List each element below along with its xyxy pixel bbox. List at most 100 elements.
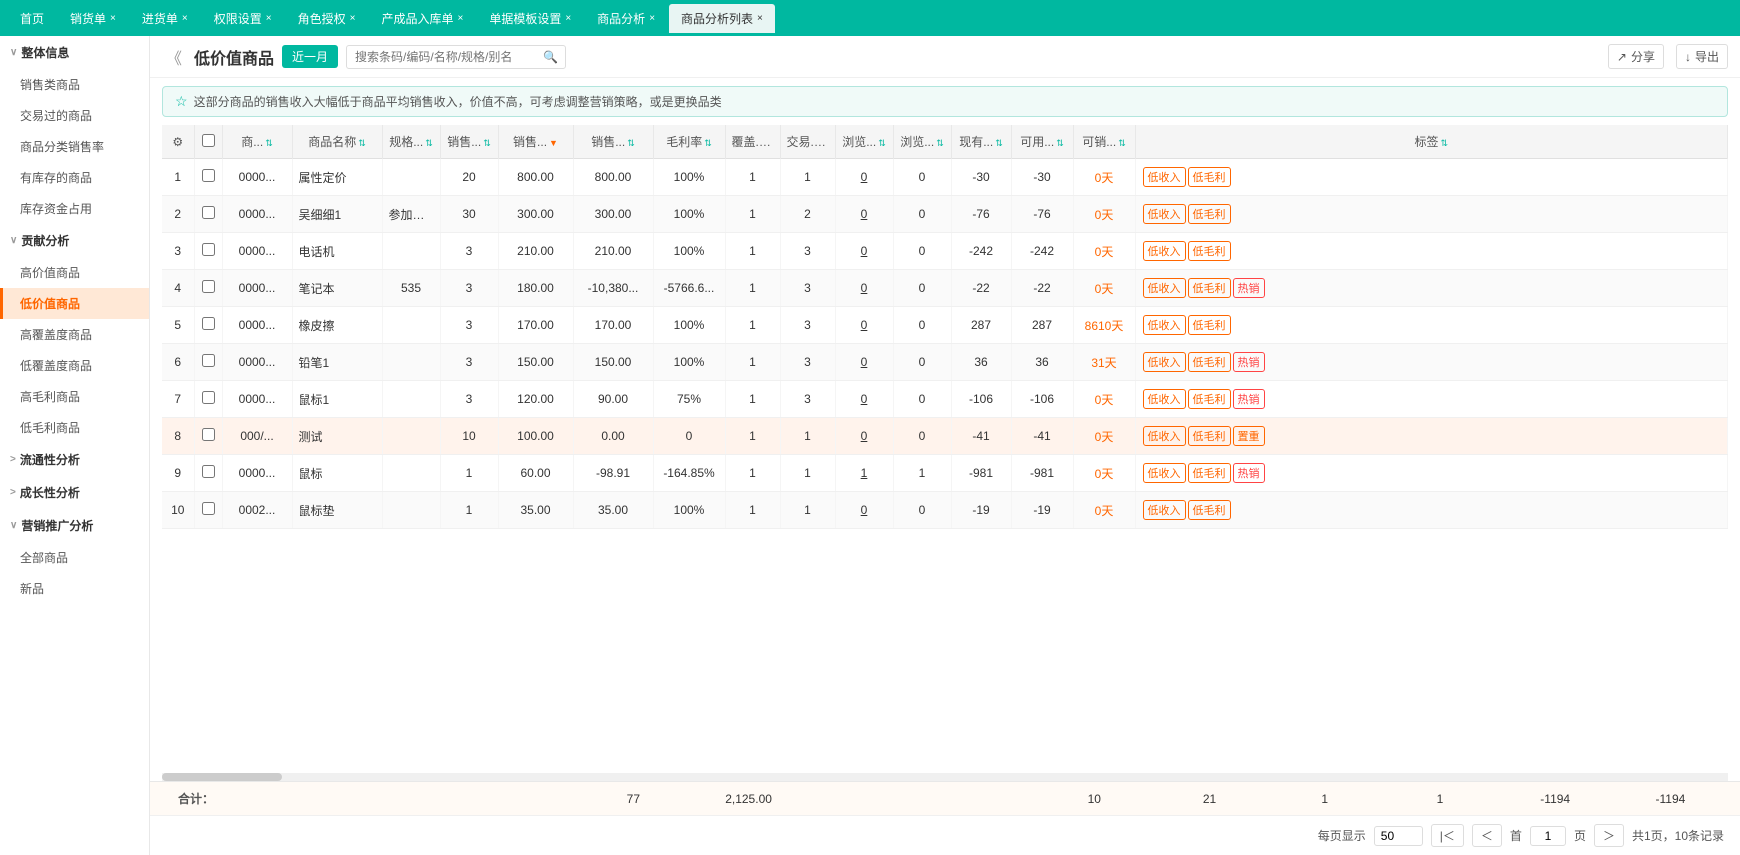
row-checkbox[interactable] bbox=[202, 354, 215, 367]
cell-check[interactable] bbox=[194, 307, 222, 344]
nav-close-icon[interactable]: × bbox=[565, 13, 571, 24]
th-saleable[interactable]: 可销...⇅ bbox=[1073, 125, 1135, 159]
th-sales-amt[interactable]: 销售...▼ bbox=[498, 125, 573, 159]
cell-tags: 低收入低毛利 bbox=[1135, 233, 1728, 270]
th-trade[interactable]: 交易...⇅ bbox=[780, 125, 835, 159]
product-tag: 低毛利 bbox=[1188, 426, 1231, 446]
th-cover[interactable]: 覆盖...⇅ bbox=[725, 125, 780, 159]
sidebar-item-high-margin[interactable]: 高毛利商品 bbox=[0, 381, 149, 412]
sidebar-item-sales-products[interactable]: 销售类商品 bbox=[0, 69, 149, 100]
view1-link[interactable]: 0 bbox=[861, 207, 868, 221]
sidebar-item-low-value[interactable]: 低价值商品 bbox=[0, 288, 149, 319]
sidebar-item-low-coverage[interactable]: 低覆盖度商品 bbox=[0, 350, 149, 381]
nav-close-icon[interactable]: × bbox=[757, 13, 763, 24]
row-checkbox[interactable] bbox=[202, 428, 215, 441]
row-checkbox[interactable] bbox=[202, 243, 215, 256]
sidebar-item-low-margin[interactable]: 低毛利商品 bbox=[0, 412, 149, 443]
page-label2: 页 bbox=[1574, 827, 1586, 844]
view1-link[interactable]: 0 bbox=[861, 170, 868, 184]
nav-purchase-order[interactable]: 进货单 × bbox=[130, 4, 200, 33]
th-current-stock[interactable]: 现有...⇅ bbox=[951, 125, 1011, 159]
select-all-checkbox[interactable] bbox=[202, 134, 215, 147]
cell-check[interactable] bbox=[194, 455, 222, 492]
th-settings[interactable]: ⚙ bbox=[162, 125, 194, 159]
row-checkbox[interactable] bbox=[202, 169, 215, 182]
th-name[interactable]: 商品名称⇅ bbox=[292, 125, 382, 159]
nav-close-icon[interactable]: × bbox=[266, 13, 272, 24]
sidebar-item-traded-products[interactable]: 交易过的商品 bbox=[0, 100, 149, 131]
cell-check[interactable] bbox=[194, 270, 222, 307]
th-gross-rate[interactable]: 毛利率⇅ bbox=[653, 125, 725, 159]
cell-check[interactable] bbox=[194, 159, 222, 196]
nav-close-icon[interactable]: × bbox=[457, 13, 463, 24]
first-page-button[interactable]: |＜ bbox=[1431, 824, 1464, 847]
view1-link[interactable]: 0 bbox=[861, 355, 868, 369]
cell-check[interactable] bbox=[194, 418, 222, 455]
th-check[interactable] bbox=[194, 125, 222, 159]
nav-product-analysis[interactable]: 商品分析 × bbox=[585, 4, 667, 33]
nav-close-icon[interactable]: × bbox=[350, 13, 356, 24]
view1-link[interactable]: 0 bbox=[861, 429, 868, 443]
row-checkbox[interactable] bbox=[202, 280, 215, 293]
view1-link[interactable]: 0 bbox=[861, 281, 868, 295]
nav-template-settings[interactable]: 单据模板设置 × bbox=[477, 4, 583, 33]
sidebar-item-stock-capital[interactable]: 库存资金占用 bbox=[0, 193, 149, 224]
nav-close-icon[interactable]: × bbox=[649, 13, 655, 24]
sidebar: ∨ 整体信息 销售类商品 交易过的商品 商品分类销售率 有库存的商品 库存资金占… bbox=[0, 36, 150, 855]
sidebar-section-circulation[interactable]: > 流通性分析 bbox=[0, 443, 149, 476]
search-icon[interactable]: 🔍 bbox=[543, 50, 558, 64]
row-checkbox[interactable] bbox=[202, 465, 215, 478]
nav-product-analysis-list[interactable]: 商品分析列表 × bbox=[669, 4, 775, 33]
view1-link[interactable]: 0 bbox=[861, 318, 868, 332]
row-checkbox[interactable] bbox=[202, 206, 215, 219]
sidebar-item-category-sales-rate[interactable]: 商品分类销售率 bbox=[0, 131, 149, 162]
time-filter-button[interactable]: 近一月 bbox=[282, 45, 338, 68]
sidebar-section-overall[interactable]: ∨ 整体信息 bbox=[0, 36, 149, 69]
th-code[interactable]: 商...⇅ bbox=[222, 125, 292, 159]
cell-check[interactable] bbox=[194, 196, 222, 233]
nav-close-icon[interactable]: × bbox=[110, 13, 116, 24]
share-button[interactable]: ↗ 分享 bbox=[1608, 44, 1664, 69]
sidebar-section-contribution[interactable]: ∨ 贡献分析 bbox=[0, 224, 149, 257]
th-view2[interactable]: 浏览...⇅ bbox=[893, 125, 951, 159]
sidebar-item-new-products[interactable]: 新品 bbox=[0, 573, 149, 604]
view1-link[interactable]: 0 bbox=[861, 244, 868, 258]
nav-product-inbound[interactable]: 产成品入库单 × bbox=[369, 4, 475, 33]
sidebar-collapse-button[interactable]: 《 bbox=[162, 45, 186, 69]
row-checkbox[interactable] bbox=[202, 502, 215, 515]
nav-close-icon[interactable]: × bbox=[182, 13, 188, 24]
next-page-button[interactable]: ＞ bbox=[1594, 824, 1624, 847]
export-button[interactable]: ↓ 导出 bbox=[1676, 44, 1728, 69]
sidebar-section-marketing[interactable]: ∨ 营销推广分析 bbox=[0, 509, 149, 542]
th-tags[interactable]: 标签⇅ bbox=[1135, 125, 1728, 159]
th-spec[interactable]: 规格...⇅ bbox=[382, 125, 440, 159]
prev-page-button[interactable]: ＜ bbox=[1472, 824, 1502, 847]
cell-check[interactable] bbox=[194, 381, 222, 418]
nav-sales-order[interactable]: 销货单 × bbox=[58, 4, 128, 33]
th-view1[interactable]: 浏览...⇅ bbox=[835, 125, 893, 159]
row-checkbox[interactable] bbox=[202, 391, 215, 404]
row-checkbox[interactable] bbox=[202, 317, 215, 330]
nav-role-auth[interactable]: 角色授权 × bbox=[286, 4, 368, 33]
search-input[interactable] bbox=[346, 45, 566, 69]
sidebar-section-growth[interactable]: > 成长性分析 bbox=[0, 476, 149, 509]
view1-link[interactable]: 0 bbox=[861, 392, 868, 406]
sidebar-item-in-stock-products[interactable]: 有库存的商品 bbox=[0, 162, 149, 193]
cell-available: -76 bbox=[1011, 196, 1073, 233]
sidebar-item-high-coverage[interactable]: 高覆盖度商品 bbox=[0, 319, 149, 350]
sidebar-item-all-products[interactable]: 全部商品 bbox=[0, 542, 149, 573]
view1-link[interactable]: 1 bbox=[861, 466, 868, 480]
horizontal-scrollbar[interactable] bbox=[162, 773, 1728, 781]
nav-home[interactable]: 首页 bbox=[8, 4, 56, 33]
cell-check[interactable] bbox=[194, 233, 222, 270]
page-number-input[interactable] bbox=[1530, 826, 1566, 846]
view1-link[interactable]: 0 bbox=[861, 503, 868, 517]
th-sales-x[interactable]: 销售...⇅ bbox=[573, 125, 653, 159]
nav-permission[interactable]: 权限设置 × bbox=[202, 4, 284, 33]
sidebar-item-high-value[interactable]: 高价值商品 bbox=[0, 257, 149, 288]
cell-check[interactable] bbox=[194, 344, 222, 381]
cell-check[interactable] bbox=[194, 492, 222, 529]
per-page-select[interactable]: 50 100 200 bbox=[1374, 826, 1423, 846]
th-sales-qty[interactable]: 销售...⇅ bbox=[440, 125, 498, 159]
th-available[interactable]: 可用...⇅ bbox=[1011, 125, 1073, 159]
